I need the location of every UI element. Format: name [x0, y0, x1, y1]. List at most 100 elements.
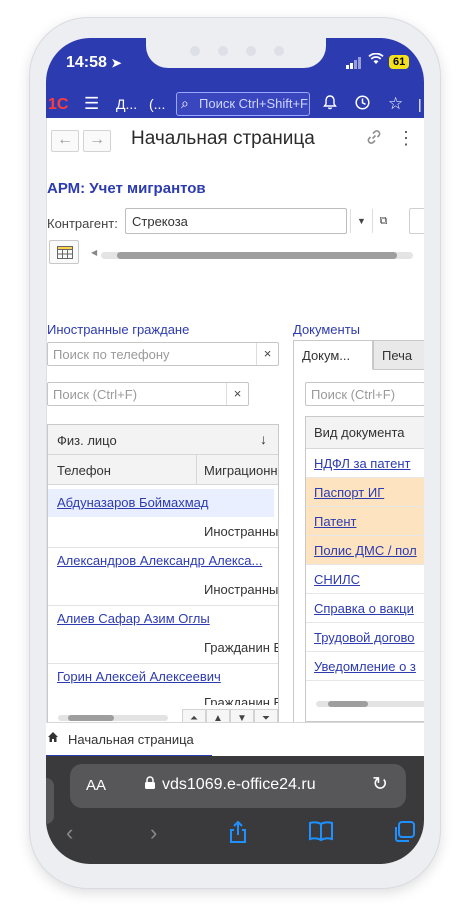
document-type-link[interactable]: Полис ДМС / пол [314, 543, 417, 558]
search-icon: ⌕ [181, 95, 189, 111]
reload-icon[interactable]: ↻ [372, 773, 388, 796]
document-type-link[interactable]: Уведомление о з [314, 659, 416, 674]
document-type-link[interactable]: Патент [314, 514, 356, 529]
left-edge-handle [46, 778, 54, 824]
clear-icon[interactable]: × [226, 383, 248, 405]
scrollbar-thumb[interactable] [68, 715, 114, 721]
battery-indicator: 61 [389, 55, 410, 69]
scrollbar-thumb[interactable] [117, 252, 397, 259]
table-row-detail[interactable]: Гражданин Е [48, 633, 279, 661]
address-bar[interactable]: AA vds1069.e-office24.ru ↻ [70, 764, 406, 808]
document-row[interactable]: СНИЛС [306, 565, 424, 594]
counterparty-label: Контрагент: [47, 216, 118, 231]
foreign-citizens-label: Иностранные граждане [47, 322, 190, 337]
documents-tabs: Докум... Печа [293, 340, 424, 370]
form-title: АРМ: Учет мигрантов [47, 180, 206, 197]
migration-status: Иностранны [204, 524, 279, 539]
main-content: ← → Начальная страница ⋮ АРМ: Учет мигра… [46, 118, 424, 756]
table-row[interactable]: Абдуназаров Боймахмад [48, 489, 274, 517]
table-row[interactable]: Алиев Сафар Азим Оглы [48, 605, 278, 633]
forward-button[interactable]: → [83, 130, 111, 152]
reader-settings-button[interactable]: AA [86, 777, 106, 794]
home-icon [47, 731, 59, 746]
table-row-detail[interactable]: Гражданин Е [48, 691, 279, 705]
documents-horizontal-scrollbar[interactable] [316, 701, 424, 707]
document-row[interactable]: Полис ДМС / пол [306, 536, 424, 565]
tab-documents[interactable]: Докум... [293, 340, 373, 370]
more-actions-icon[interactable]: ⋮ [397, 128, 415, 149]
menu-icon[interactable]: ☰ [84, 94, 99, 114]
column-header-migration[interactable]: Миграционн [204, 463, 278, 478]
document-type-link[interactable]: Паспорт ИГ [314, 485, 384, 500]
citizens-search-input[interactable]: Поиск (Ctrl+F) × [47, 382, 249, 406]
page-nav: ← → Начальная страница ⋮ [47, 126, 424, 156]
document-row[interactable]: Патент [306, 507, 424, 536]
table-view-button[interactable] [49, 240, 79, 264]
document-type-link[interactable]: Справка о вакци [314, 601, 414, 616]
migration-status: Гражданин Е [204, 695, 279, 705]
share-icon[interactable] [228, 820, 248, 850]
column-header-phone[interactable]: Телефон [57, 463, 111, 478]
phone-search-input[interactable]: Поиск по телефону × [47, 342, 279, 366]
document-row[interactable]: НДФЛ за патент [306, 449, 424, 478]
bell-icon[interactable] [322, 94, 338, 115]
app-logo: 1С [48, 96, 69, 113]
sort-icon[interactable]: ↓ [260, 431, 267, 447]
column-header-doc-type[interactable]: Вид документа [314, 425, 405, 440]
migration-status: Гражданин Е [204, 640, 279, 655]
star-icon[interactable]: ☆ [388, 94, 403, 114]
person-name[interactable]: Абдуназаров Боймахмад [57, 495, 209, 510]
dropdown-arrow-icon[interactable]: ▼ [350, 209, 372, 233]
person-name[interactable]: Горин Алексей Алексеевич [57, 669, 221, 684]
more-icon[interactable]: | [418, 96, 422, 112]
breadcrumb-item-1[interactable]: Д... [116, 96, 137, 112]
person-name[interactable]: Александров Александр Алекса... [57, 553, 262, 568]
lock-icon [144, 776, 156, 793]
column-divider [196, 455, 197, 484]
document-row[interactable]: Паспорт ИГ [306, 478, 424, 507]
bookmarks-icon[interactable] [308, 820, 334, 848]
history-icon[interactable] [354, 94, 371, 116]
clear-icon[interactable]: × [256, 343, 278, 365]
browser-forward-icon[interactable]: › [150, 820, 157, 846]
document-type-link[interactable]: СНИЛС [314, 572, 360, 587]
url-text[interactable]: vds1069.e-office24.ru [162, 776, 316, 794]
table-header[interactable]: Телефон Миграционн [48, 455, 278, 485]
documents-search-input[interactable]: Поиск (Ctrl+F) [305, 382, 424, 406]
link-icon[interactable] [365, 128, 383, 151]
tab-home-page[interactable]: Начальная страница [46, 723, 212, 757]
global-search-input[interactable]: ⌕ Поиск Ctrl+Shift+F [176, 92, 310, 116]
table-row-detail[interactable]: Иностранны [48, 517, 279, 545]
page-title: Начальная страница [131, 128, 315, 149]
tabs-icon[interactable] [392, 820, 416, 850]
table-header[interactable]: Вид документа [306, 417, 424, 449]
back-button[interactable]: ← [51, 130, 79, 152]
camera-notch [146, 38, 326, 68]
table-row-detail[interactable]: Иностранны [48, 575, 278, 603]
table-row[interactable]: Александров Александр Алекса... [48, 547, 278, 575]
scroll-left-arrow-icon[interactable]: ◀ [91, 248, 97, 257]
browser-toolbar: AA vds1069.e-office24.ru ↻ ‹ › [46, 756, 424, 864]
column-header-person[interactable]: Физ. лицо [57, 433, 117, 448]
breadcrumb-item-2[interactable]: (... [149, 96, 165, 112]
document-type-link[interactable]: НДФЛ за патент [314, 456, 410, 471]
tab-print[interactable]: Печа [373, 340, 424, 370]
status-bar: 14:58 ➤ 61 [46, 38, 424, 90]
scrollbar-thumb[interactable] [328, 701, 368, 707]
counterparty-field[interactable]: Стрекоза ▼ ⧉ [125, 208, 387, 234]
open-form-icon[interactable]: ⧉ [372, 209, 394, 233]
clipped-button[interactable] [409, 208, 424, 234]
browser-back-icon[interactable]: ‹ [66, 820, 73, 846]
table-header[interactable]: Физ. лицо ↓ [48, 425, 278, 455]
form-horizontal-scrollbar[interactable]: ◀ [91, 248, 413, 259]
table-row[interactable]: Горин Алексей Алексеевич [48, 663, 278, 691]
document-type-link[interactable]: Трудовой догово [314, 630, 415, 645]
documents-label: Документы [293, 322, 361, 337]
document-row[interactable]: Уведомление о з [306, 652, 424, 681]
cellular-signal-icon [346, 57, 362, 69]
table-horizontal-scrollbar[interactable] [58, 715, 168, 721]
document-row[interactable]: Трудовой догово [306, 623, 424, 652]
person-name[interactable]: Алиев Сафар Азим Оглы [57, 611, 210, 626]
document-row[interactable]: Справка о вакци [306, 594, 424, 623]
open-windows-bar: Начальная страница [46, 722, 424, 758]
